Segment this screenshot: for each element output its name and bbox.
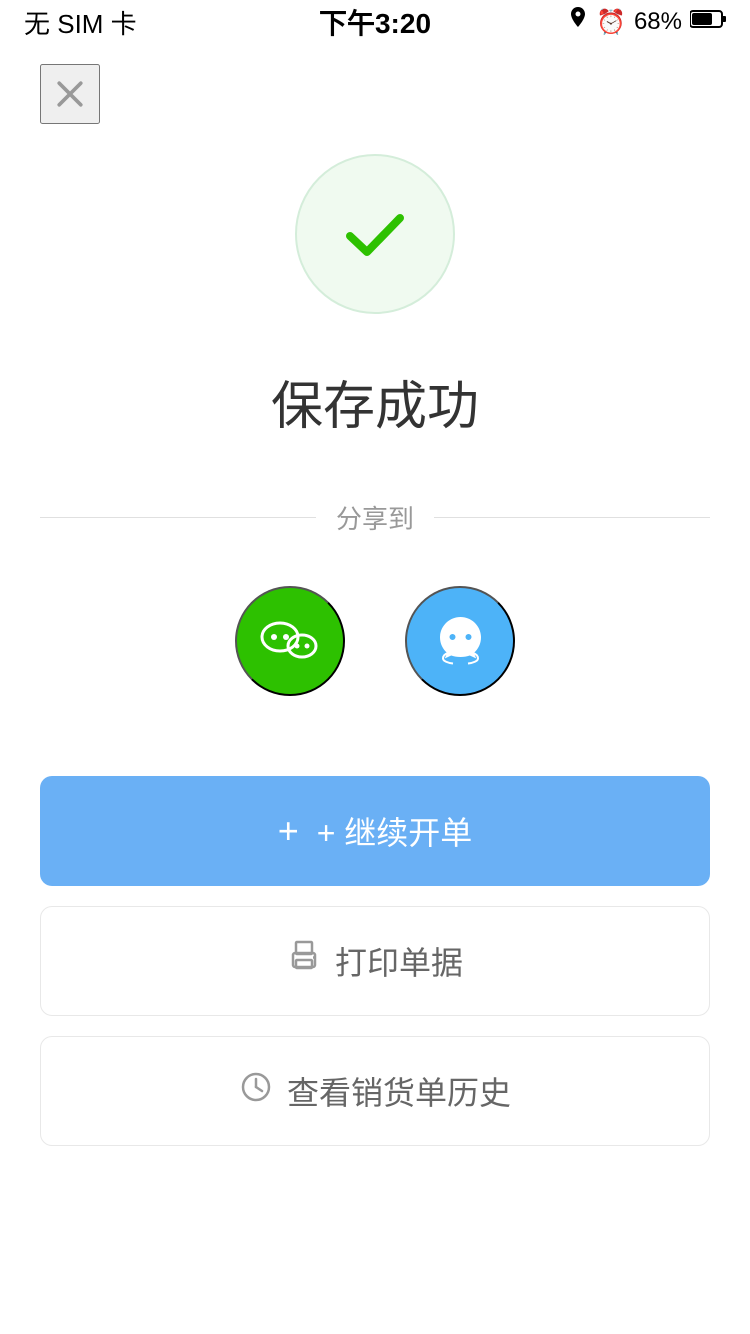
history-label: 查看销货单历史: [287, 1068, 511, 1114]
close-button[interactable]: [40, 64, 100, 124]
status-left: 无 SIM 卡: [24, 4, 145, 41]
divider-line-left: [40, 517, 316, 518]
success-title: 保存成功: [271, 364, 479, 439]
status-bar: 无 SIM 卡 下午3:20 ⏰ 68%: [0, 0, 750, 44]
share-divider: 分享到: [40, 499, 710, 536]
history-button[interactable]: 查看销货单历史: [40, 1036, 710, 1146]
qq-share-button[interactable]: [405, 586, 515, 696]
continue-label: + 继续开单: [317, 808, 473, 854]
carrier-text: 无 SIM 卡: [24, 4, 137, 41]
printer-icon: [287, 940, 321, 982]
wechat-share-button[interactable]: [235, 586, 345, 696]
share-icons-row: [235, 586, 515, 696]
print-label: 打印单据: [335, 938, 463, 984]
wechat-icon: [258, 609, 323, 674]
location-icon: [568, 7, 588, 38]
alarm-icon: ⏰: [596, 8, 626, 37]
divider-line-right: [434, 517, 710, 518]
share-label: 分享到: [336, 499, 414, 536]
battery-icon: [690, 8, 726, 36]
clock-icon: [239, 1070, 273, 1112]
status-time: 下午3:20: [319, 2, 431, 42]
success-icon-circle: [295, 154, 455, 314]
continue-button[interactable]: + + 继续开单: [40, 776, 710, 886]
battery-text: 68%: [634, 8, 682, 36]
action-buttons: + + 继续开单 打印单据: [40, 776, 710, 1146]
print-button[interactable]: 打印单据: [40, 906, 710, 1016]
plus-icon: +: [278, 810, 299, 852]
qq-icon: [428, 609, 493, 674]
main-content: 保存成功 分享到: [0, 44, 750, 1334]
checkmark-icon: [335, 194, 415, 274]
status-right: ⏰ 68%: [568, 7, 726, 38]
